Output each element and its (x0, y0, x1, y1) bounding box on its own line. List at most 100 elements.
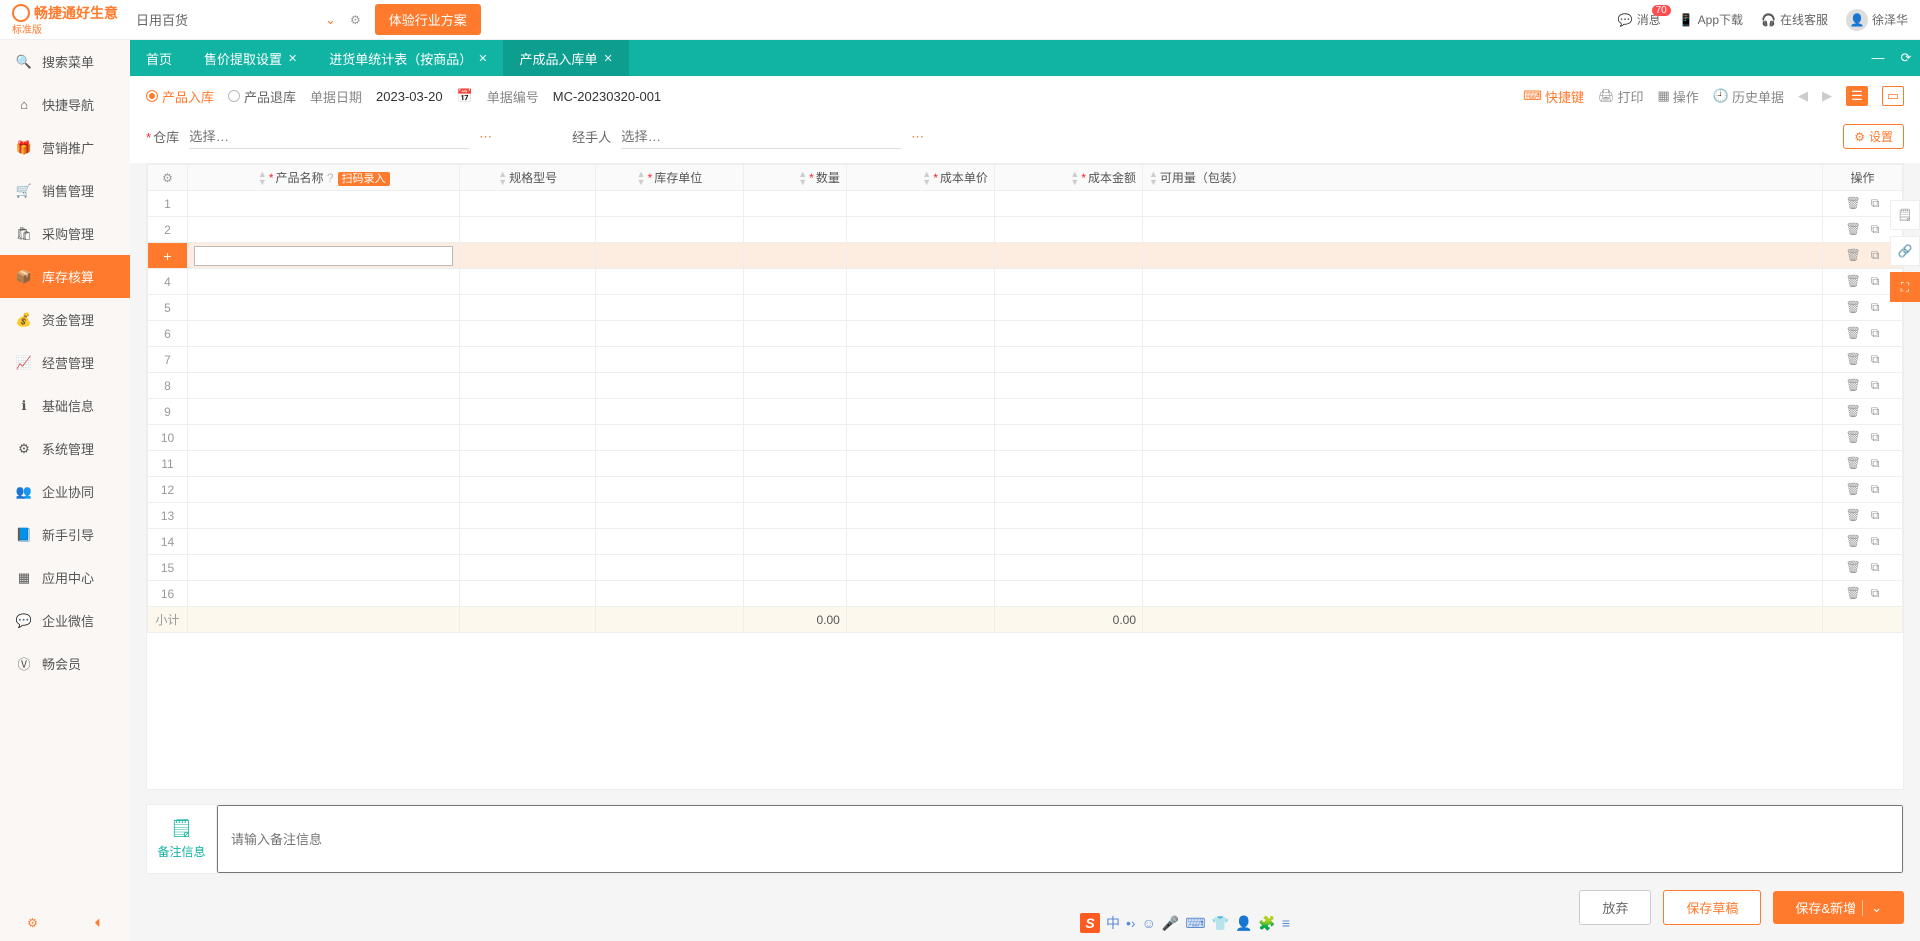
copy-row-button[interactable]: ⧉ (1871, 586, 1880, 601)
cell-spec[interactable] (460, 425, 595, 451)
cell-unit[interactable] (595, 347, 743, 373)
sidebar-item-team[interactable]: 👥企业协同 (0, 470, 130, 513)
cell-amount[interactable] (994, 191, 1142, 217)
table-row[interactable]: 13🗑⧉ (148, 503, 1903, 529)
copy-row-button[interactable]: ⧉ (1871, 560, 1880, 575)
settings-button[interactable]: ⚙ 设置 (1843, 124, 1904, 149)
delete-row-button[interactable]: 🗑 (1846, 534, 1861, 549)
cell-available[interactable] (1143, 321, 1823, 347)
cell-price[interactable] (846, 425, 994, 451)
cell-amount[interactable] (994, 399, 1142, 425)
cell-price[interactable] (846, 451, 994, 477)
cell-unit[interactable] (595, 295, 743, 321)
sidebar-item-wallet[interactable]: 💰资金管理 (0, 298, 130, 341)
cell-product-name[interactable] (188, 347, 460, 373)
cell-spec[interactable] (460, 269, 595, 295)
delete-row-button[interactable]: 🗑 (1846, 196, 1861, 211)
cell-product-name[interactable] (188, 425, 460, 451)
cell-qty[interactable] (743, 451, 846, 477)
cell-amount[interactable] (994, 581, 1142, 607)
cell-qty[interactable] (743, 399, 846, 425)
delete-row-button[interactable]: 🗑 (1846, 300, 1861, 315)
remark-tab[interactable]: 🗒 备注信息 (147, 805, 217, 873)
ime-menu-icon[interactable]: ≡ (1282, 915, 1290, 931)
cell-product-name[interactable] (188, 503, 460, 529)
cell-available[interactable] (1143, 191, 1823, 217)
cell-available[interactable] (1143, 529, 1823, 555)
prev-record-button[interactable]: ◀ (1798, 88, 1808, 104)
ime-keyboard-icon[interactable]: ⌨ (1185, 915, 1205, 932)
table-row[interactable]: 9🗑⧉ (148, 399, 1903, 425)
cell-spec[interactable] (460, 191, 595, 217)
cell-unit[interactable] (595, 581, 743, 607)
table-row[interactable]: 6🗑⧉ (148, 321, 1903, 347)
cell-price[interactable] (846, 295, 994, 321)
cell-unit[interactable] (595, 529, 743, 555)
cell-amount[interactable] (994, 555, 1142, 581)
cell-amount[interactable] (994, 347, 1142, 373)
cell-amount[interactable] (994, 295, 1142, 321)
cell-available[interactable] (1143, 243, 1823, 269)
sidebar-item-home[interactable]: ⌂快捷导航 (0, 83, 130, 126)
remark-input[interactable] (217, 805, 1903, 873)
cell-amount[interactable] (994, 217, 1142, 243)
messages-button[interactable]: 💬 消息 70 (1618, 11, 1661, 28)
discard-button[interactable]: 放弃 (1579, 890, 1651, 925)
sidebar-item-info[interactable]: ℹ基础信息 (0, 384, 130, 427)
cell-spec[interactable] (460, 581, 595, 607)
cell-amount[interactable] (994, 425, 1142, 451)
cell-unit[interactable] (595, 399, 743, 425)
cell-amount[interactable] (994, 477, 1142, 503)
col-qty[interactable]: ▲▼*数量 (743, 165, 846, 191)
cell-price[interactable] (846, 217, 994, 243)
tab-0[interactable]: 首页 (130, 40, 188, 76)
cell-amount[interactable] (994, 269, 1142, 295)
cell-price[interactable] (846, 373, 994, 399)
cell-unit[interactable] (595, 269, 743, 295)
ime-punct-icon[interactable]: •› (1126, 915, 1136, 931)
copy-row-button[interactable]: ⧉ (1871, 378, 1880, 393)
delete-row-button[interactable]: 🗑 (1846, 586, 1861, 601)
cell-qty[interactable] (743, 477, 846, 503)
cell-amount[interactable] (994, 373, 1142, 399)
sidebar-item-box[interactable]: 📦库存核算 (0, 255, 130, 298)
table-row[interactable]: 8🗑⧉ (148, 373, 1903, 399)
save-and-new-button[interactable]: 保存&新增 ⌄ (1773, 891, 1904, 924)
cell-price[interactable] (846, 321, 994, 347)
cell-qty[interactable] (743, 503, 846, 529)
ime-mic-icon[interactable]: 🎤 (1162, 915, 1179, 932)
table-row[interactable]: 16🗑⧉ (148, 581, 1903, 607)
cell-product-name[interactable] (188, 191, 460, 217)
cell-available[interactable] (1143, 503, 1823, 529)
cell-available[interactable] (1143, 347, 1823, 373)
online-service-button[interactable]: 🎧 在线客服 (1761, 11, 1828, 28)
col-unit[interactable]: ▲▼*库存单位 (595, 165, 743, 191)
save-draft-button[interactable]: 保存草稿 (1663, 890, 1761, 925)
cell-unit[interactable] (595, 503, 743, 529)
table-row[interactable]: 7🗑⧉ (148, 347, 1903, 373)
cell-spec[interactable] (460, 295, 595, 321)
sidebar-item-wechat[interactable]: 💬企业微信 (0, 599, 130, 642)
cell-qty[interactable] (743, 191, 846, 217)
cell-price[interactable] (846, 399, 994, 425)
cell-unit[interactable] (595, 451, 743, 477)
cell-spec[interactable] (460, 347, 595, 373)
cell-product-name[interactable] (188, 477, 460, 503)
cell-available[interactable] (1143, 555, 1823, 581)
print-button[interactable]: 🖨 打印 (1598, 87, 1644, 106)
table-row[interactable]: 2🗑⧉ (148, 217, 1903, 243)
tab-1[interactable]: 售价提取设置✕ (188, 40, 313, 76)
table-row[interactable]: 1🗑⧉ (148, 191, 1903, 217)
ime-emoji-icon[interactable]: ☺ (1142, 915, 1156, 931)
cell-spec[interactable] (460, 503, 595, 529)
cell-unit[interactable] (595, 373, 743, 399)
cell-amount[interactable] (994, 503, 1142, 529)
add-row-button[interactable]: + (159, 247, 177, 265)
copy-row-button[interactable]: ⧉ (1871, 300, 1880, 315)
table-row[interactable]: 10🗑⧉ (148, 425, 1903, 451)
shortcut-button[interactable]: ⌨ 快捷键 (1523, 87, 1584, 106)
cell-product-name[interactable] (188, 555, 460, 581)
cell-spec[interactable] (460, 555, 595, 581)
user-menu[interactable]: 👤 徐泽华 (1846, 9, 1908, 31)
copy-row-button[interactable]: ⧉ (1871, 222, 1880, 237)
